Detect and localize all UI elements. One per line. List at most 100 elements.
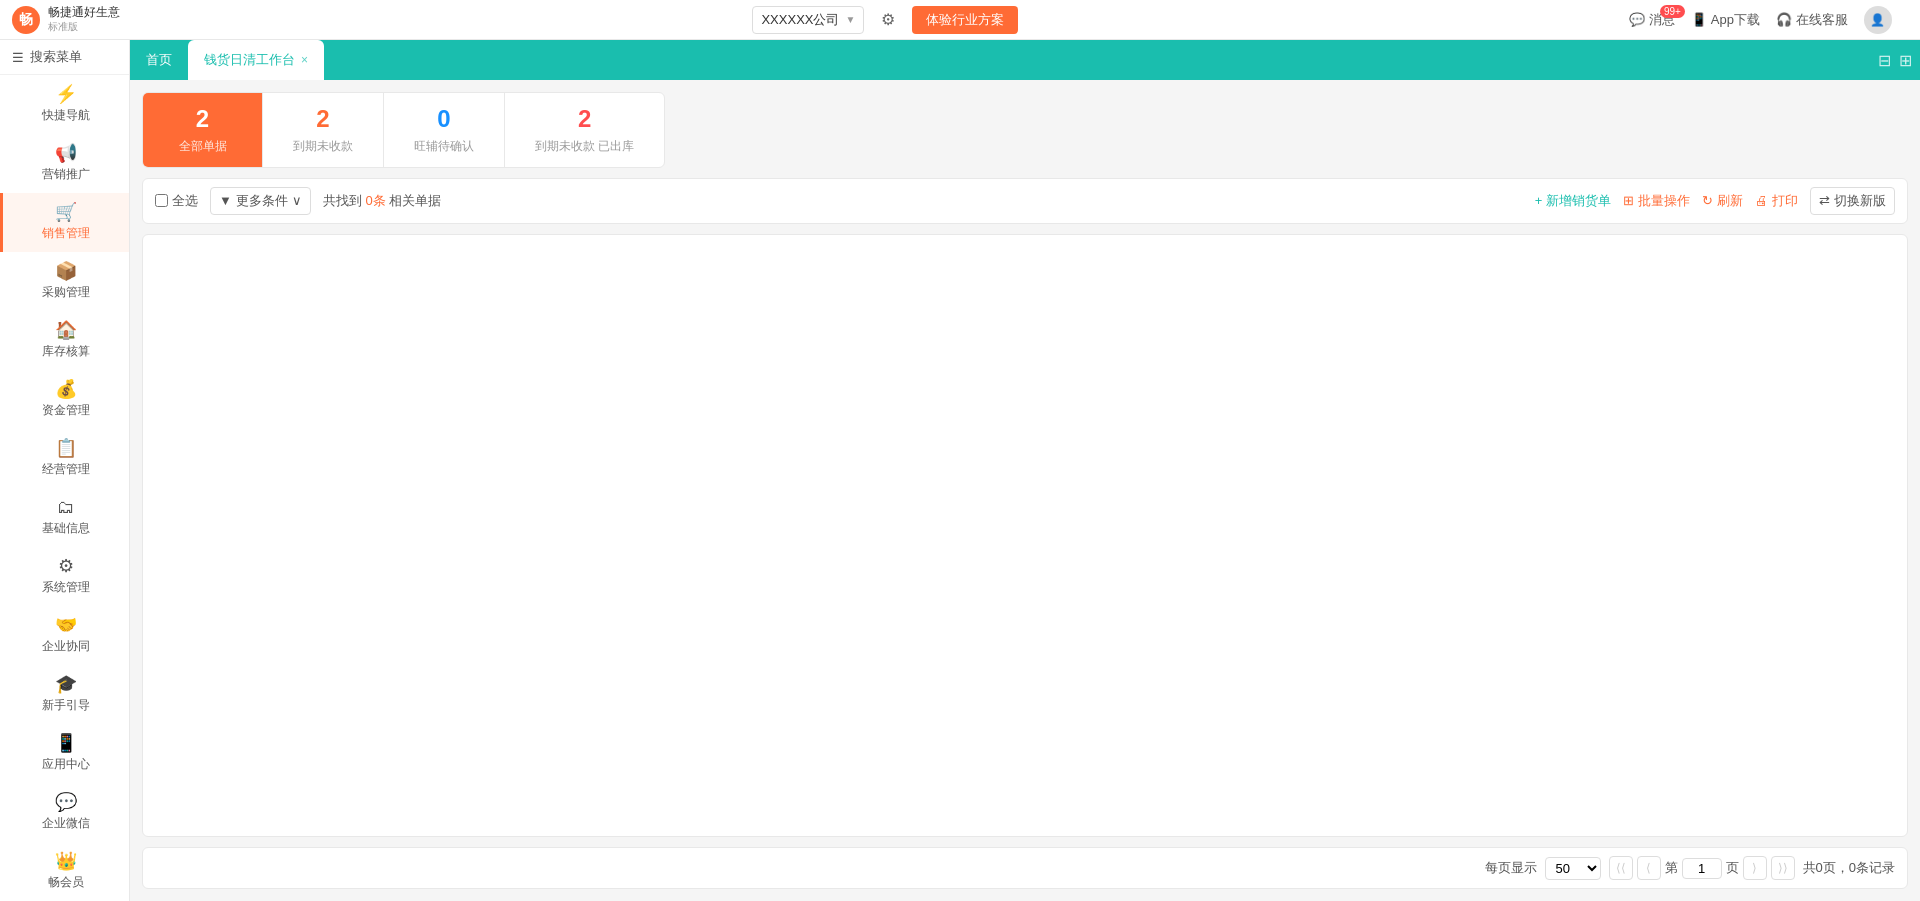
app-download-button[interactable]: 📱 App下载 — [1691, 11, 1760, 29]
sidebar-label-6: 经营管理 — [42, 461, 90, 478]
sidebar-item-1[interactable]: 📢 营销推广 — [0, 134, 129, 193]
search-menu[interactable]: ☰ 搜索菜单 — [0, 40, 129, 75]
logo-sub: 标准版 — [48, 20, 120, 34]
avatar[interactable]: 👤 — [1864, 6, 1892, 34]
sidebar-item-12[interactable]: 💬 企业微信 — [0, 783, 129, 842]
batch-label: 批量操作 — [1638, 192, 1690, 210]
message-icon: 💬 — [1629, 12, 1645, 27]
tab-current-label: 钱货日清工作台 — [204, 51, 295, 69]
logo-text: 畅捷通好生意 — [48, 5, 120, 21]
sidebar-item-3[interactable]: 📦 采购管理 — [0, 252, 129, 311]
header-center: XXXXXX公司 ▼ ⚙ 体验行业方案 — [752, 6, 1018, 34]
sidebar-icon-4: 🏠 — [55, 321, 77, 339]
company-name: XXXXXX公司 — [761, 11, 839, 29]
online-service-label: 在线客服 — [1796, 11, 1848, 29]
filter-icon: ▼ — [219, 193, 232, 208]
sidebar-icon-3: 📦 — [55, 262, 77, 280]
sidebar-icon-7: 🗂 — [57, 498, 75, 516]
sidebar-icon-12: 💬 — [55, 793, 77, 811]
page-nav: ⟨⟨ ⟨ 第 页 ⟩ ⟩⟩ — [1609, 856, 1795, 880]
sidebar-items-container: ⚡ 快捷导航 📢 营销推广 🛒 销售管理 📦 采购管理 🏠 库存核算 💰 资金管… — [0, 75, 129, 901]
stat-label-1: 到期未收款 — [293, 138, 353, 155]
tab-minimize-icon[interactable]: ⊟ — [1878, 51, 1891, 70]
sidebar-label-0: 快捷导航 — [42, 107, 90, 124]
app-download-icon: 📱 — [1691, 12, 1707, 27]
page-label-suffix: 页 — [1726, 859, 1739, 877]
stat-card-1[interactable]: 2 到期未收款 — [263, 93, 384, 167]
new-order-button[interactable]: + 新增销货单 — [1535, 192, 1611, 210]
sidebar-item-7[interactable]: 🗂 基础信息 — [0, 488, 129, 547]
sidebar-item-4[interactable]: 🏠 库存核算 — [0, 311, 129, 370]
filter-button[interactable]: ▼ 更多条件 ∨ — [210, 187, 311, 215]
sidebar-label-9: 企业协同 — [42, 638, 90, 655]
per-page-label: 每页显示 — [1485, 859, 1537, 877]
found-suffix: 相关单据 — [389, 193, 441, 208]
sidebar-label-11: 应用中心 — [42, 756, 90, 773]
sidebar-label-10: 新手引导 — [42, 697, 90, 714]
tab-close-icon[interactable]: × — [301, 53, 308, 67]
found-count: 0条 — [366, 193, 386, 208]
page-last-button[interactable]: ⟩⟩ — [1771, 856, 1795, 880]
online-service-button[interactable]: 🎧 在线客服 — [1776, 11, 1848, 29]
sidebar-item-0[interactable]: ⚡ 快捷导航 — [0, 75, 129, 134]
select-all-checkbox[interactable]: 全选 — [155, 192, 198, 210]
sidebar-icon-2: 🛒 — [55, 203, 77, 221]
page-first-button[interactable]: ⟨⟨ — [1609, 856, 1633, 880]
message-button[interactable]: 💬 消息 99+ — [1629, 11, 1675, 29]
sidebar-icon-10: 🎓 — [55, 675, 77, 693]
stat-label-2: 旺辅待确认 — [414, 138, 474, 155]
content-main: 2 全部单据 2 到期未收款 0 旺辅待确认 2 到期未收款 已出库 全选 ▼ … — [130, 80, 1920, 901]
sidebar-icon-11: 📱 — [55, 734, 77, 752]
trial-button[interactable]: 体验行业方案 — [912, 6, 1018, 34]
stat-label-0: 全部单据 — [173, 138, 232, 155]
refresh-icon: ↻ — [1702, 193, 1713, 208]
toolbar-right: + 新增销货单 ⊞ 批量操作 ↻ 刷新 🖨 打印 ⇄ — [1535, 187, 1895, 215]
tab-home[interactable]: 首页 — [130, 40, 188, 80]
print-button[interactable]: 🖨 打印 — [1755, 192, 1798, 210]
settings-icon[interactable]: ⚙ — [874, 6, 902, 34]
per-page-select[interactable]: 50 100 — [1545, 857, 1601, 880]
toolbar-left: 全选 ▼ 更多条件 ∨ 共找到 0条 相关单据 — [155, 187, 441, 215]
search-menu-icon: ☰ — [12, 50, 24, 65]
batch-button[interactable]: ⊞ 批量操作 — [1623, 192, 1690, 210]
stat-card-3[interactable]: 2 到期未收款 已出库 — [505, 93, 664, 167]
sidebar-item-6[interactable]: 📋 经营管理 — [0, 429, 129, 488]
company-selector[interactable]: XXXXXX公司 ▼ — [752, 6, 864, 34]
tab-home-label: 首页 — [146, 51, 172, 69]
toolbar: 全选 ▼ 更多条件 ∨ 共找到 0条 相关单据 + 新增销货单 — [142, 178, 1908, 224]
pagination-bar: 每页显示 50 100 ⟨⟨ ⟨ 第 页 ⟩ ⟩⟩ 共0页，0条记录 — [142, 847, 1908, 889]
print-label: 打印 — [1772, 192, 1798, 210]
sidebar-item-13[interactable]: 👑 畅会员 — [0, 842, 129, 901]
stat-card-0[interactable]: 2 全部单据 — [143, 93, 263, 167]
page-prev-button[interactable]: ⟨ — [1637, 856, 1661, 880]
switch-version-button[interactable]: ⇄ 切换新版 — [1810, 187, 1895, 215]
page-next-button[interactable]: ⟩ — [1743, 856, 1767, 880]
sidebar-item-10[interactable]: 🎓 新手引导 — [0, 665, 129, 724]
tab-maximize-icon[interactable]: ⊞ — [1899, 51, 1912, 70]
select-all-input[interactable] — [155, 194, 168, 207]
new-order-label: + 新增销货单 — [1535, 192, 1611, 210]
logo-icon: 畅 — [12, 6, 40, 34]
sidebar-label-12: 企业微信 — [42, 815, 90, 832]
total-info: 共0页，0条记录 — [1803, 859, 1895, 877]
sidebar-item-11[interactable]: 📱 应用中心 — [0, 724, 129, 783]
sidebar-icon-0: ⚡ — [55, 85, 77, 103]
tab-current[interactable]: 钱货日清工作台 × — [188, 40, 324, 80]
sidebar-icon-6: 📋 — [55, 439, 77, 457]
message-badge: 99+ — [1660, 5, 1685, 18]
sidebar-item-2[interactable]: 🛒 销售管理 — [0, 193, 129, 252]
switch-icon: ⇄ — [1819, 193, 1830, 208]
page-input[interactable] — [1682, 858, 1722, 879]
online-service-icon: 🎧 — [1776, 12, 1792, 27]
stat-number-1: 2 — [293, 105, 353, 134]
stat-number-2: 0 — [414, 105, 474, 134]
sidebar-label-13: 畅会员 — [48, 874, 84, 891]
refresh-button[interactable]: ↻ 刷新 — [1702, 192, 1743, 210]
sidebar-label-8: 系统管理 — [42, 579, 90, 596]
sidebar-item-9[interactable]: 🤝 企业协同 — [0, 606, 129, 665]
sidebar-item-5[interactable]: 💰 资金管理 — [0, 370, 129, 429]
stat-number-0: 2 — [173, 105, 232, 134]
print-icon: 🖨 — [1755, 193, 1768, 208]
stat-card-2[interactable]: 0 旺辅待确认 — [384, 93, 505, 167]
sidebar-item-8[interactable]: ⚙ 系统管理 — [0, 547, 129, 606]
